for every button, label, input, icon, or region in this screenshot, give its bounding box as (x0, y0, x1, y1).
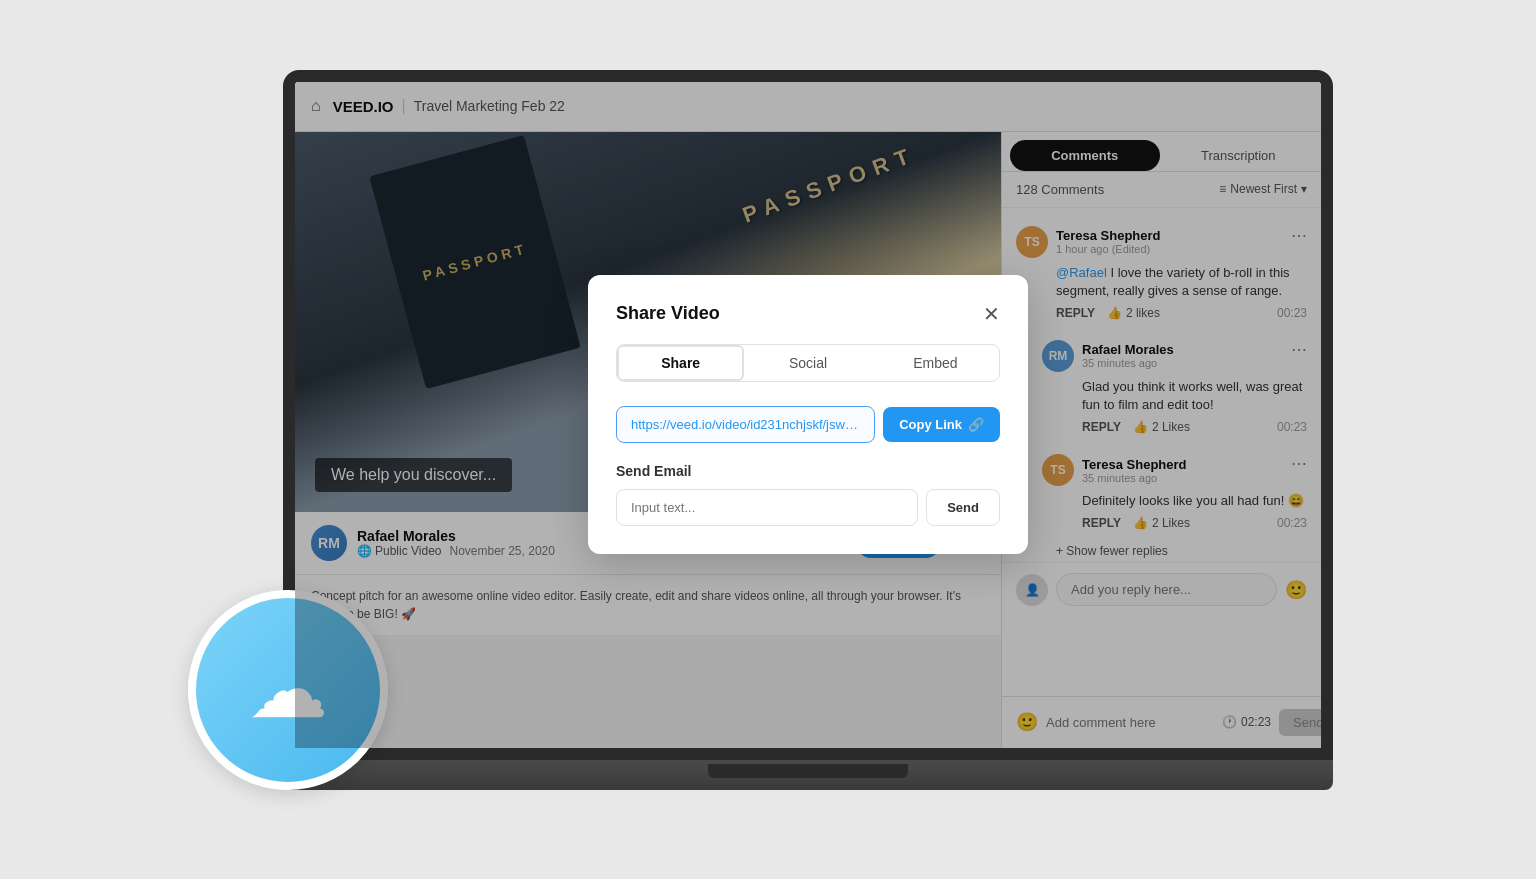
send-email-row: Send (616, 489, 1000, 526)
modal-title: Share Video (616, 303, 720, 324)
send-email-button[interactable]: Send (926, 489, 1000, 526)
share-modal: Share Video ✕ Share Social Embed https:/… (588, 275, 1028, 554)
laptop: ⌂ VEED.IO | Travel Marketing Feb 22 PASS… (283, 70, 1333, 810)
modal-tab-share[interactable]: Share (617, 345, 744, 381)
modal-tab-social[interactable]: Social (744, 345, 871, 381)
modal-tabs: Share Social Embed (616, 344, 1000, 382)
laptop-base (283, 760, 1333, 790)
modal-overlay[interactable]: Share Video ✕ Share Social Embed https:/… (295, 82, 1321, 748)
email-input[interactable] (616, 489, 918, 526)
link-row: https://veed.io/video/id231nchjskf/jswbm… (616, 406, 1000, 443)
share-link-box: https://veed.io/video/id231nchjskf/jswbm… (616, 406, 875, 443)
link-icon: 🔗 (968, 417, 984, 432)
modal-tab-embed[interactable]: Embed (872, 345, 999, 381)
copy-link-label: Copy Link (899, 417, 962, 432)
send-email-label: Send Email (616, 463, 1000, 479)
modal-header: Share Video ✕ (616, 303, 1000, 324)
copy-link-button[interactable]: Copy Link 🔗 (883, 407, 1000, 442)
scene: ☁ ⌂ VEED.IO | Travel Marketing Feb 22 (168, 30, 1368, 850)
modal-close-button[interactable]: ✕ (983, 304, 1000, 324)
laptop-screen: ⌂ VEED.IO | Travel Marketing Feb 22 PASS… (283, 70, 1333, 760)
